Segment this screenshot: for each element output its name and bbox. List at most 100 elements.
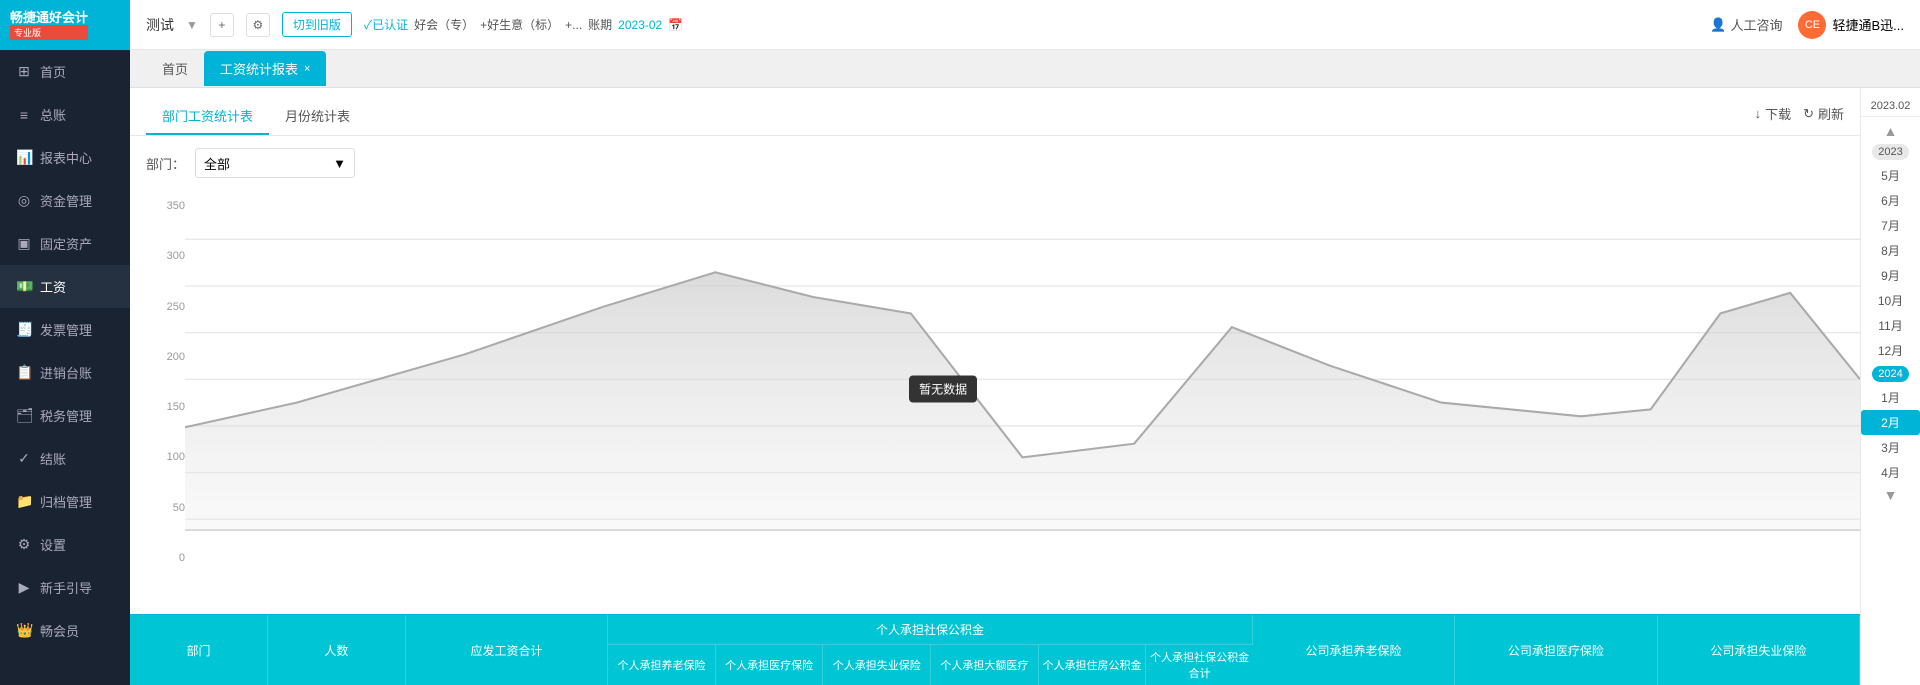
th-count: 人数 (268, 615, 406, 685)
rp-month-aug[interactable]: 8月 (1861, 238, 1920, 263)
th-personal-group: 个人承担社保公积金 个人承担养老保险 个人承担医疗保险 个人承担失业保险 个人承… (608, 615, 1253, 685)
topbar-tags: ✓已认证 好会（专） +好生意（标） +... 账期 2023-02 📅 (364, 16, 683, 33)
tag3: +... (565, 18, 582, 32)
period-value: 2023-02 (618, 18, 662, 32)
rp-up-btn[interactable]: ▲ (1882, 121, 1900, 141)
sidebar-item-label: 首页 (40, 62, 66, 81)
calendar-icon[interactable]: 📅 (668, 18, 683, 32)
sidebar-item-label: 发票管理 (40, 320, 92, 339)
sidebar-item-tax[interactable]: 🗂 税务管理 (0, 394, 130, 437)
table-header: 部门 人数 应发工资合计 个人承担社保公积金 个人承担养老保险 个人承担医疗保险… (130, 614, 1860, 685)
rp-year-2023[interactable]: 2023 (1872, 144, 1908, 160)
dept-select[interactable]: 全部 ▼ (195, 148, 355, 178)
assets-icon: ▣ (16, 235, 32, 252)
rp-down-btn[interactable]: ▼ (1882, 485, 1900, 505)
members-icon: 👑 (16, 622, 32, 639)
tab-salary-report[interactable]: 工资统计报表 × (204, 51, 326, 86)
rp-month-oct[interactable]: 10月 (1861, 288, 1920, 313)
sidebar-item-assets[interactable]: ▣ 固定资产 (0, 222, 130, 265)
select-arrow-icon: ▼ (333, 156, 346, 171)
th-dept: 部门 (130, 615, 268, 685)
sidebar-item-invoices[interactable]: 🧾 发票管理 (0, 308, 130, 351)
invoices-icon: 🧾 (16, 321, 32, 338)
ledger-icon: ≡ (16, 107, 32, 123)
period-label: 账期 (588, 16, 612, 33)
sidebar-item-reports[interactable]: 📊 报表中心 (0, 136, 130, 179)
sidebar-item-label: 资金管理 (40, 191, 92, 210)
chart-area: 0 50 100 150 200 250 300 350 (130, 190, 1860, 614)
th-company-unemployment: 公司承担失业保险 (1658, 615, 1860, 685)
rp-year-2024[interactable]: 2024 (1872, 366, 1908, 382)
sidebar-item-home[interactable]: ⊞ 首页 (0, 50, 130, 93)
topbar: 测试 ▼ + ⚙ 切到旧版 ✓已认证 好会（专） +好生意（标） +... 账期… (130, 0, 1920, 50)
sidebar: 畅捷通好会计 专业版 ⊞ 首页 ≡ 总账 📊 报表中心 ◎ 资金管理 ▣ 固定资… (0, 0, 130, 685)
main-area: 测试 ▼ + ⚙ 切到旧版 ✓已认证 好会（专） +好生意（标） +... 账期… (130, 0, 1920, 685)
tabbar: 首页 工资统计报表 × (130, 50, 1920, 88)
topbar-switch-button[interactable]: 切到旧版 (282, 12, 352, 37)
user-avatar: CE (1798, 11, 1826, 39)
th-personal-housing: 个人承担住房公积金 (1039, 645, 1147, 685)
support-btn[interactable]: 👤 人工咨询 (1710, 15, 1782, 34)
tab-home-label: 首页 (162, 59, 188, 78)
sidebar-item-archive[interactable]: 📁 归档管理 (0, 480, 130, 523)
tab-home[interactable]: 首页 (146, 51, 204, 86)
rp-month-may[interactable]: 5月 (1861, 163, 1920, 188)
rp-month-jun[interactable]: 6月 (1861, 188, 1920, 213)
rp-month-feb-2024[interactable]: 2月 (1861, 410, 1920, 435)
user-name: 轻捷通B迅... (1832, 15, 1904, 34)
sidebar-item-funds[interactable]: ◎ 资金管理 (0, 179, 130, 222)
sidebar-item-label: 工资 (40, 277, 66, 296)
y-label-250: 250 (140, 301, 185, 313)
home-icon: ⊞ (16, 63, 32, 80)
archive-icon: 📁 (16, 493, 32, 510)
download-btn[interactable]: ↓ 下载 (1755, 104, 1792, 123)
logo-badge: 专业版 (10, 25, 88, 40)
rp-month-dec[interactable]: 12月 (1861, 338, 1920, 363)
sidebar-logo: 畅捷通好会计 专业版 (0, 0, 130, 50)
sidebar-item-settings[interactable]: ⚙ 设置 (0, 523, 130, 566)
tag2: +好生意（标） (480, 16, 559, 33)
y-label-350: 350 (140, 200, 185, 212)
rp-month-mar-2024[interactable]: 3月 (1861, 435, 1920, 460)
main-content-area: 部门工资统计表 月份统计表 ↓ 下载 ↻ 刷新 (130, 88, 1920, 685)
sidebar-item-label: 设置 (40, 535, 66, 554)
rp-month-sep[interactable]: 9月 (1861, 263, 1920, 288)
rp-month-nov[interactable]: 11月 (1861, 313, 1920, 338)
y-label-200: 200 (140, 351, 185, 363)
line-chart (185, 190, 1860, 574)
tax-icon: 🗂 (16, 407, 32, 424)
th-personal-pension: 个人承担养老保险 (608, 645, 716, 685)
sidebar-item-sales[interactable]: 📋 进销台账 (0, 351, 130, 394)
sidebar-item-guide[interactable]: ▶ 新手引导 (0, 566, 130, 609)
settings-icon: ⚙ (16, 536, 32, 553)
refresh-btn[interactable]: ↻ 刷新 (1803, 104, 1844, 123)
rp-month-jul[interactable]: 7月 (1861, 213, 1920, 238)
tab-close-btn[interactable]: × (304, 63, 310, 75)
th-company-pension: 公司承担养老保险 (1253, 615, 1455, 685)
topbar-settings-btn[interactable]: ⚙ (246, 13, 270, 37)
y-label-300: 300 (140, 250, 185, 262)
refresh-icon: ↻ (1803, 106, 1814, 122)
th-personal-medical: 个人承担医疗保险 (716, 645, 824, 685)
y-label-100: 100 (140, 451, 185, 463)
content-area: 部门工资统计表 月份统计表 ↓ 下载 ↻ 刷新 (130, 88, 1920, 685)
sidebar-item-ledger[interactable]: ≡ 总账 (0, 93, 130, 136)
subtab-monthly[interactable]: 月份统计表 (269, 98, 366, 135)
sidebar-item-closing[interactable]: ✓ 结账 (0, 437, 130, 480)
y-label-150: 150 (140, 401, 185, 413)
subtab-dept[interactable]: 部门工资统计表 (146, 98, 269, 135)
th-group-label: 个人承担社保公积金 (608, 615, 1253, 645)
sidebar-item-label: 归档管理 (40, 492, 92, 511)
tab-salary-label: 工资统计报表 (220, 59, 298, 78)
th-personal-total: 个人承担社保公积金合计 (1146, 645, 1253, 685)
rp-month-apr-2024[interactable]: 4月 (1861, 460, 1920, 485)
sidebar-item-label: 报表中心 (40, 148, 92, 167)
topbar-add-btn[interactable]: + (210, 13, 234, 37)
sidebar-item-members[interactable]: 👑 畅会员 (0, 609, 130, 652)
sidebar-item-salary[interactable]: 💵 工资 (0, 265, 130, 308)
subtabs-left: 部门工资统计表 月份统计表 (146, 98, 366, 135)
sidebar-item-label: 税务管理 (40, 406, 92, 425)
rp-month-jan-2024[interactable]: 1月 (1861, 385, 1920, 410)
user-area: CE 轻捷通B迅... (1798, 11, 1904, 39)
chart-tooltip: 暂无数据 (909, 376, 977, 403)
